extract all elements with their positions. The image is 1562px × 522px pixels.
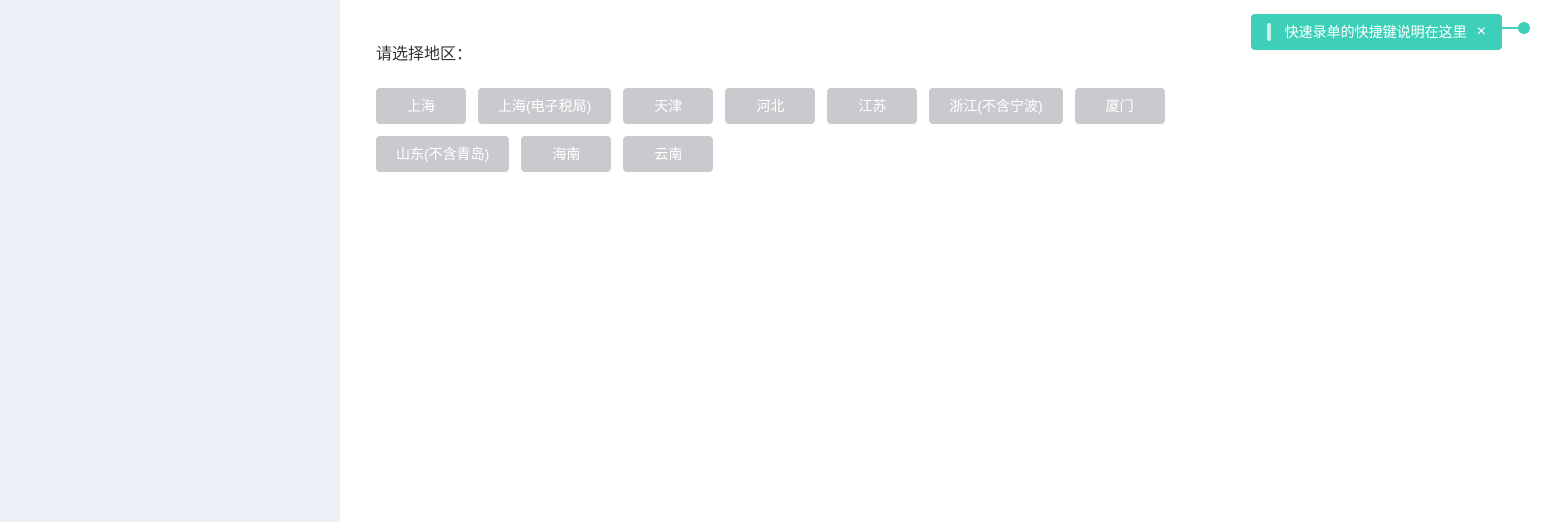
- region-btn-shanghai-etax[interactable]: 上海(电子税局): [478, 88, 611, 124]
- region-btn-hainan[interactable]: 海南: [521, 136, 611, 172]
- tooltip-bar: [1267, 23, 1271, 41]
- tooltip-text: 快速录单的快捷键说明在这里: [1285, 22, 1467, 42]
- tooltip-connector-line: [1499, 27, 1519, 29]
- tooltip-close-button[interactable]: ×: [1477, 23, 1486, 41]
- region-buttons-row-2: 山东(不含青岛) 海南云南: [376, 136, 1526, 172]
- region-btn-shanghai[interactable]: 上海: [376, 88, 466, 124]
- region-btn-shandong[interactable]: 山东(不含青岛): [376, 136, 509, 172]
- region-btn-tianjin[interactable]: 天津: [623, 88, 713, 124]
- region-btn-xiamen[interactable]: 厦门: [1075, 88, 1165, 124]
- region-buttons-row-1: 上海上海(电子税局) 天津河北江苏浙江(不含宁波) 厦门: [376, 88, 1526, 124]
- region-btn-yunnan[interactable]: 云南: [623, 136, 713, 172]
- region-btn-zhejiang[interactable]: 浙江(不含宁波): [929, 88, 1062, 124]
- tooltip-banner: 快速录单的快捷键说明在这里 ×: [1251, 14, 1502, 50]
- main-content: 请选择地区： 上海上海(电子税局)天津河北江苏浙江(不含宁波)厦门 山东(不含青…: [340, 0, 1562, 522]
- region-btn-hebei[interactable]: 河北: [725, 88, 815, 124]
- sidebar: [0, 0, 340, 522]
- tooltip-connector-dot: [1518, 22, 1530, 34]
- region-btn-jiangsu[interactable]: 江苏: [827, 88, 917, 124]
